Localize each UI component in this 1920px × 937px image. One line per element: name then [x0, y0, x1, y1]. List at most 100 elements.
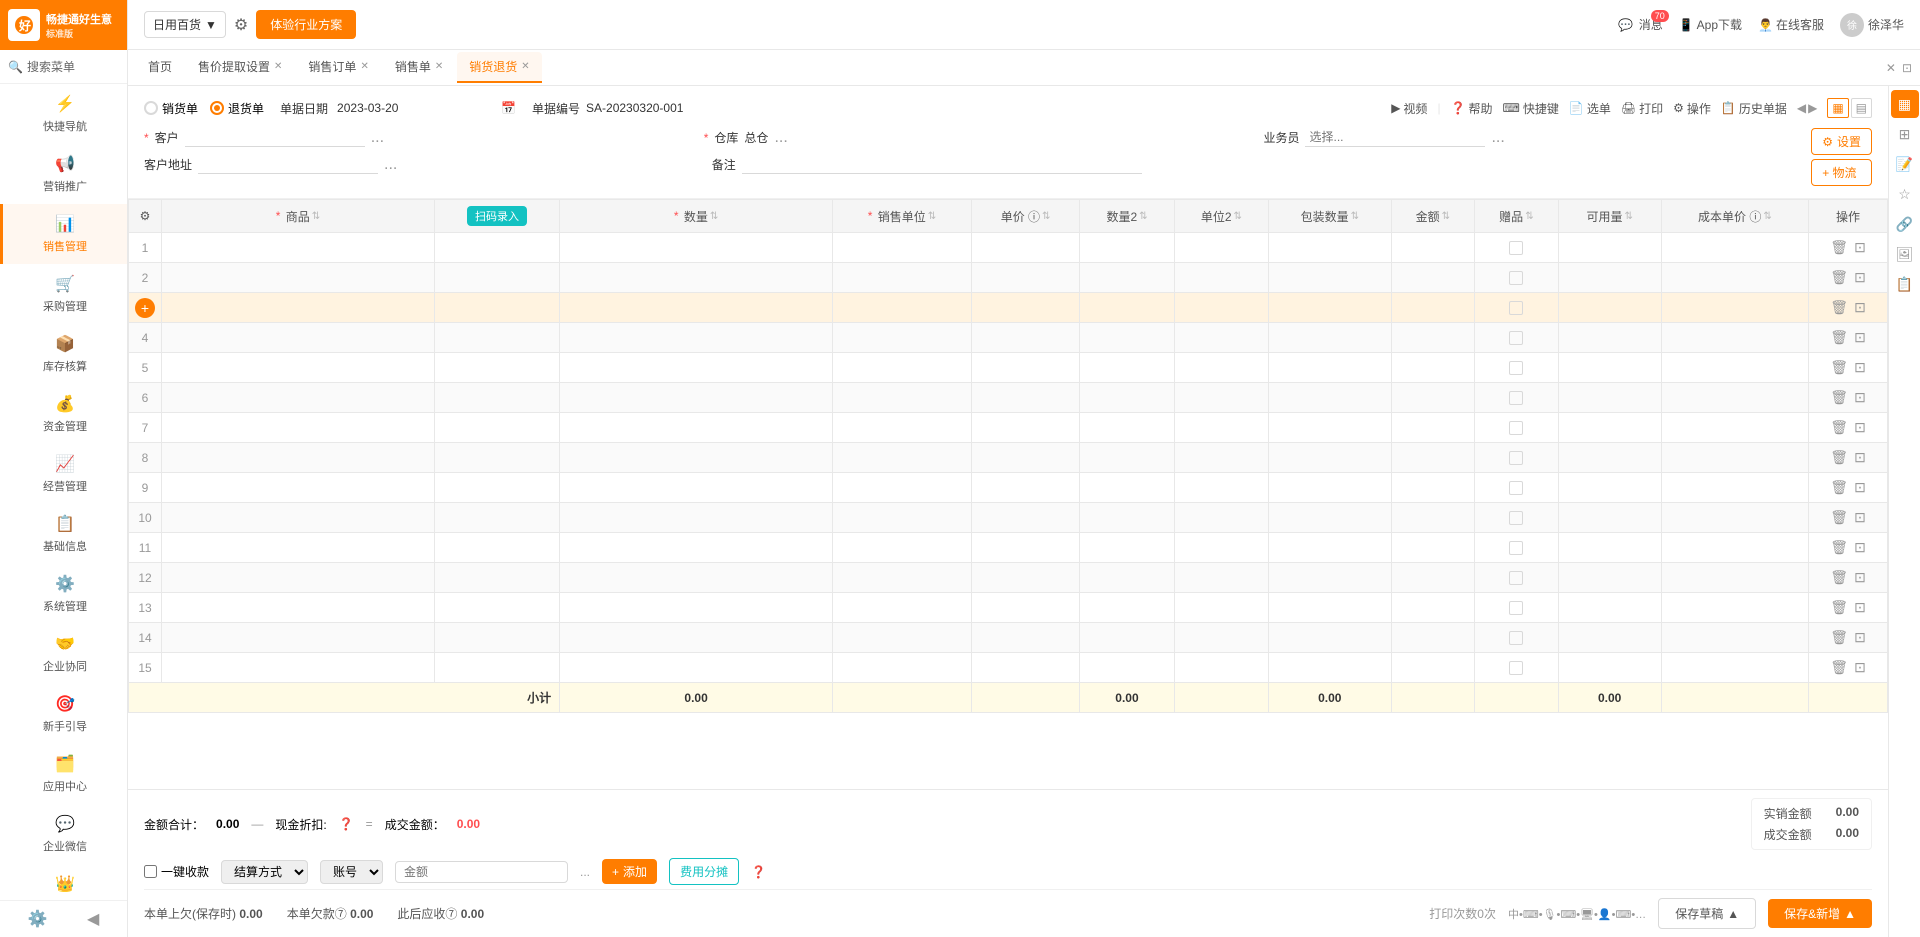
qty-cell-11[interactable]: [560, 533, 833, 563]
calendar-icon[interactable]: 📅: [501, 101, 516, 115]
qty-input-7[interactable]: [566, 421, 826, 435]
copy-row-icon-3[interactable]: ⊡: [1854, 299, 1866, 316]
unit-cell-9[interactable]: [833, 473, 972, 503]
unit-cell-15[interactable]: [833, 653, 972, 683]
available-cell-12[interactable]: [1558, 563, 1661, 593]
price-cell-12[interactable]: [971, 563, 1079, 593]
unit-cell-2[interactable]: [833, 263, 972, 293]
unit2-cell-15[interactable]: [1174, 653, 1268, 683]
gift-checkbox-4[interactable]: [1509, 331, 1523, 345]
unit-cell-13[interactable]: [833, 593, 972, 623]
pack-cell-10[interactable]: [1269, 503, 1392, 533]
price-cell-5[interactable]: [971, 353, 1079, 383]
price-cell-11[interactable]: [971, 533, 1079, 563]
qty2-sort-icon[interactable]: ⇅: [1139, 211, 1147, 222]
price-cell-1[interactable]: [971, 233, 1079, 263]
account-dots-icon[interactable]: ...: [580, 865, 590, 879]
radio-sales[interactable]: 销货单: [144, 100, 198, 117]
video-btn[interactable]: ▶ 视频: [1391, 100, 1427, 117]
product-cell-1[interactable]: [162, 233, 435, 263]
price-cell-14[interactable]: [971, 623, 1079, 653]
qty2-cell-3[interactable]: [1080, 293, 1174, 323]
product-cell-5[interactable]: [162, 353, 435, 383]
qty-cell-5[interactable]: [560, 353, 833, 383]
amount-cell-12[interactable]: [1391, 563, 1475, 593]
qty-cell-15[interactable]: [560, 653, 833, 683]
save-draft-btn[interactable]: 保存草稿 ▲: [1658, 898, 1756, 929]
amount-cell-14[interactable]: [1391, 623, 1475, 653]
sidebar-item-marketing[interactable]: 📢 营销推广: [0, 144, 127, 204]
unit-cell-4[interactable]: [833, 323, 972, 353]
product-input-1[interactable]: [168, 241, 428, 255]
delete-icon-9[interactable]: 🗑: [1830, 479, 1848, 496]
date-input[interactable]: [332, 98, 497, 118]
qty-input-4[interactable]: [566, 331, 826, 345]
product-input-3[interactable]: [168, 301, 428, 315]
one-click-pay-checkbox[interactable]: 一键收款: [144, 863, 209, 880]
unit-cell-10[interactable]: [833, 503, 972, 533]
staff-dots-icon[interactable]: ...: [1491, 129, 1504, 147]
qty-cell-10[interactable]: [560, 503, 833, 533]
sidebar-search[interactable]: 🔍 搜索菜单: [0, 50, 127, 84]
sidebar-item-member[interactable]: 👑 畅会员: [0, 864, 127, 900]
product-cell-15[interactable]: [162, 653, 435, 683]
sidebar-item-system[interactable]: ⚙️ 系统管理: [0, 564, 127, 624]
pack-sort-icon[interactable]: ⇅: [1351, 211, 1359, 222]
sidebar-item-guide[interactable]: 🎯 新手引导: [0, 684, 127, 744]
copy-row-icon-15[interactable]: ⊡: [1854, 659, 1866, 676]
grid-view-btn[interactable]: ▦: [1827, 98, 1848, 118]
cost-cell-5[interactable]: [1661, 353, 1808, 383]
pack-cell-9[interactable]: [1269, 473, 1392, 503]
qty-cell-2[interactable]: [560, 263, 833, 293]
rt-grid2-btn[interactable]: ⊞: [1891, 120, 1919, 148]
tab-sales-return[interactable]: 销货退货 ✕: [457, 52, 541, 83]
unit2-cell-1[interactable]: [1174, 233, 1268, 263]
unit2-cell-2[interactable]: [1174, 263, 1268, 293]
amount-cell-8[interactable]: [1391, 443, 1475, 473]
product-cell-2[interactable]: [162, 263, 435, 293]
address-dots-icon[interactable]: ...: [384, 156, 397, 174]
amount-input[interactable]: [395, 861, 568, 883]
qty-input-14[interactable]: [566, 631, 826, 645]
pack-cell-12[interactable]: [1269, 563, 1392, 593]
copy-row-icon-13[interactable]: ⊡: [1854, 599, 1866, 616]
available-cell-13[interactable]: [1558, 593, 1661, 623]
qty2-cell-13[interactable]: [1080, 593, 1174, 623]
product-input-10[interactable]: [168, 511, 428, 525]
unit-cell-11[interactable]: [833, 533, 972, 563]
gift-checkbox-10[interactable]: [1509, 511, 1523, 525]
staff-input[interactable]: [1305, 128, 1485, 147]
qty-cell-14[interactable]: [560, 623, 833, 653]
product-input-13[interactable]: [168, 601, 428, 615]
shortcuts-btn[interactable]: ⌨ 快捷键: [1503, 100, 1559, 117]
unit2-cell-9[interactable]: [1174, 473, 1268, 503]
list-view-btn[interactable]: ▤: [1851, 98, 1872, 118]
unit-cell-14[interactable]: [833, 623, 972, 653]
unit2-cell-10[interactable]: [1174, 503, 1268, 533]
sidebar-item-enterprise[interactable]: 🤝 企业协同: [0, 624, 127, 684]
cost-cell-12[interactable]: [1661, 563, 1808, 593]
th-gear[interactable]: ⚙: [129, 200, 162, 233]
qty2-cell-4[interactable]: [1080, 323, 1174, 353]
available-cell-4[interactable]: [1558, 323, 1661, 353]
add-payment-btn[interactable]: + 添加: [602, 859, 657, 884]
message-icon[interactable]: 💬 70 消息: [1618, 16, 1662, 33]
cost-cell-14[interactable]: [1661, 623, 1808, 653]
copy-row-icon-5[interactable]: ⊡: [1854, 359, 1866, 376]
cost-sort-icon[interactable]: ⇅: [1763, 211, 1771, 222]
tab-close-all-icon[interactable]: ✕: [1886, 61, 1896, 75]
account-select[interactable]: 账号: [320, 860, 383, 884]
qty2-cell-11[interactable]: [1080, 533, 1174, 563]
unit-cell-5[interactable]: [833, 353, 972, 383]
gift-checkbox-9[interactable]: [1509, 481, 1523, 495]
product-input-2[interactable]: [168, 271, 428, 285]
qty-input-6[interactable]: [566, 391, 826, 405]
price-sort-icon[interactable]: ⇅: [1042, 211, 1050, 222]
product-cell-14[interactable]: [162, 623, 435, 653]
product-input-6[interactable]: [168, 391, 428, 405]
cash-discount-help-icon[interactable]: ❓: [339, 817, 354, 831]
price-cell-2[interactable]: [971, 263, 1079, 293]
product-input-8[interactable]: [168, 451, 428, 465]
warehouse-dots-icon[interactable]: ...: [774, 129, 787, 147]
delete-icon-4[interactable]: 🗑: [1830, 329, 1848, 346]
